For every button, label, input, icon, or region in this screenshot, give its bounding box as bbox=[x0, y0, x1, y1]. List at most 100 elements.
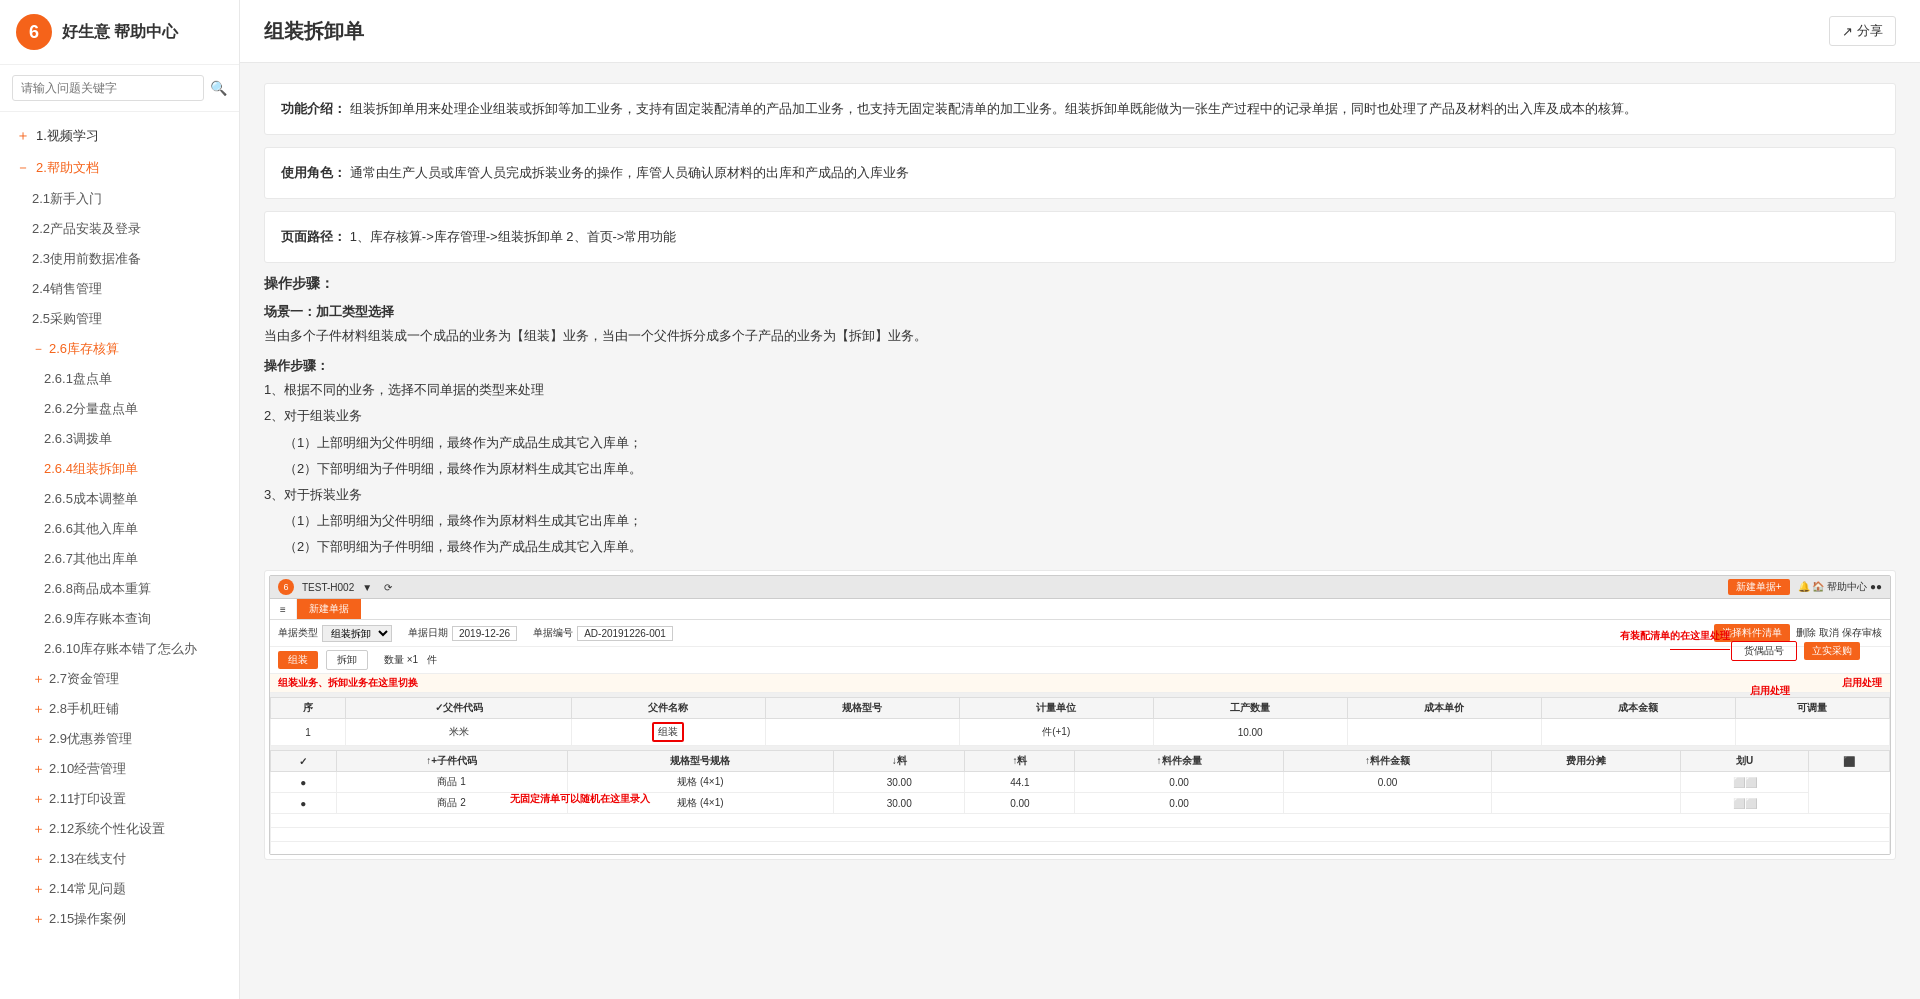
sidebar-item-label: 2.8手机旺铺 bbox=[49, 700, 119, 718]
step2-1: （1）上部明细为父件明细，最终作为产成品生成其它入库单； bbox=[284, 432, 1896, 454]
ops-label: 操作步骤： bbox=[264, 275, 1896, 293]
sidebar-item-stocktake[interactable]: 2.6.1盘点单 bbox=[0, 364, 239, 394]
sidebar-item-label: 2.帮助文档 bbox=[36, 159, 99, 177]
mock-enable-input: 货偶品号 bbox=[1731, 641, 1797, 661]
anno-switch: 组装业务、拆卸业务在这里切换 bbox=[278, 676, 418, 690]
mock-enable-btn[interactable]: 立实采购 bbox=[1804, 642, 1860, 660]
mock-lth-plan: ↑料件余量 bbox=[1075, 751, 1283, 772]
mock-td-1: 1 bbox=[271, 719, 346, 746]
mock-lr1c8 bbox=[1492, 772, 1681, 793]
sidebar-item-label: 1.视频学习 bbox=[36, 127, 99, 145]
sidebar-item-label: 2.2产品安装及登录 bbox=[32, 221, 141, 236]
sidebar-item-label: 2.6.3调拨单 bbox=[44, 431, 112, 446]
expand-icon-personalize: ＋ bbox=[32, 820, 45, 838]
sidebar-item-sales[interactable]: 2.4销售管理 bbox=[0, 274, 239, 304]
anno-bom: 有装配清单的在这里处理 bbox=[1620, 629, 1730, 643]
sidebar-item-coupon[interactable]: ＋ 2.9优惠券管理 bbox=[0, 724, 239, 754]
sidebar-item-label: 2.10经营管理 bbox=[49, 760, 126, 778]
sidebar-item-label: 2.14常见问题 bbox=[49, 880, 126, 898]
sidebar: 6 好生意 帮助中心 🔍 ＋ 1.视频学习 － 2.帮助文档 2.1新手入门 2… bbox=[0, 0, 240, 999]
sidebar-item-payment[interactable]: ＋ 2.13在线支付 bbox=[0, 844, 239, 874]
mock-lth-op: 划U bbox=[1681, 751, 1808, 772]
mock-lr2c4: 30.00 bbox=[834, 793, 965, 814]
sidebar-item-personalize[interactable]: ＋ 2.12系统个性化设置 bbox=[0, 814, 239, 844]
anno-enable-arrow: 启用处理 bbox=[1750, 684, 1790, 698]
sidebar-item-label: 2.6.5成本调整单 bbox=[44, 491, 138, 506]
mock-date-value: 2019-12-26 bbox=[452, 626, 517, 641]
step3-2: （2）下部明细为子件明细，最终作为产成品生成其它入库单。 bbox=[284, 536, 1896, 558]
sidebar-item-dataprep[interactable]: 2.3使用前数据准备 bbox=[0, 244, 239, 274]
scene1-label: 场景一：加工类型选择 bbox=[264, 303, 1896, 321]
sidebar-item-otherout[interactable]: 2.6.7其他出库单 bbox=[0, 544, 239, 574]
sidebar-item-finance[interactable]: ＋ 2.7资金管理 bbox=[0, 664, 239, 694]
sidebar-item-video[interactable]: ＋ 1.视频学习 bbox=[0, 120, 239, 152]
mock-td-3: 组装 bbox=[571, 719, 765, 746]
expand-icon-cases: ＋ bbox=[32, 910, 45, 928]
sidebar-item-inventory[interactable]: － 2.6库存核算 bbox=[0, 334, 239, 364]
steps-block: 操作步骤： 场景一：加工类型选择 当由多个子件材料组装成一个成品的业务为【组装】… bbox=[264, 275, 1896, 558]
sidebar-item-print[interactable]: ＋ 2.11打印设置 bbox=[0, 784, 239, 814]
role-block: 使用角色： 通常由生产人员或库管人员完成拆装业务的操作，库管人员确认原材料的出库… bbox=[264, 147, 1896, 199]
sidebar-item-mobile[interactable]: ＋ 2.8手机旺铺 bbox=[0, 694, 239, 724]
sidebar-item-assembly[interactable]: 2.6.4组装拆卸单 bbox=[0, 454, 239, 484]
mock-lr1c9: ⬜⬜ bbox=[1681, 772, 1808, 793]
sidebar-item-label: 2.5采购管理 bbox=[32, 311, 102, 326]
mock-lr1c3: 规格 (4×1) bbox=[567, 772, 833, 793]
sidebar-item-faq[interactable]: ＋ 2.14常见问题 bbox=[0, 874, 239, 904]
anno-no-bom: 无固定清单可以随机在这里录入 bbox=[510, 792, 650, 806]
mock-th-seq: 序 bbox=[271, 698, 346, 719]
mock-td-8 bbox=[1541, 719, 1735, 746]
sidebar-item-install[interactable]: 2.2产品安装及登录 bbox=[0, 214, 239, 244]
role-text: 通常由生产人员或库管人员完成拆装业务的操作，库管人员确认原材料的出库和产成品的入… bbox=[350, 165, 909, 180]
mock-lr1c5: 44.1 bbox=[965, 772, 1075, 793]
sidebar-item-label: 2.6.4组装拆卸单 bbox=[44, 461, 138, 476]
func-intro-label: 功能介绍： bbox=[281, 101, 346, 116]
mock-doctype-select[interactable]: 组装拆卸 bbox=[322, 625, 392, 642]
mock-date-label: 单据日期 bbox=[408, 626, 448, 640]
search-input[interactable] bbox=[12, 75, 204, 101]
mock-doctype-label: 单据类型 bbox=[278, 626, 318, 640]
mock-disassemble-btn[interactable]: 拆卸 bbox=[326, 650, 368, 670]
sidebar-item-stockquery[interactable]: 2.6.9库存账本查询 bbox=[0, 604, 239, 634]
mock-lth-action: ⬛ bbox=[1808, 751, 1889, 772]
expand-icon-mobile: ＋ bbox=[32, 700, 45, 718]
sidebar-item-costadj[interactable]: 2.6.5成本调整单 bbox=[0, 484, 239, 514]
mock-lth-usable: 费用分摊 bbox=[1492, 751, 1681, 772]
sidebar-item-ops[interactable]: ＋ 2.10经营管理 bbox=[0, 754, 239, 784]
mock-th-sku: ✓父件代码 bbox=[346, 698, 572, 719]
expand-icon-faq: ＋ bbox=[32, 880, 45, 898]
logo-text: 好生意 帮助中心 bbox=[62, 22, 178, 43]
mock-th-qty: 计量单位 bbox=[959, 698, 1153, 719]
sidebar-item-cases[interactable]: ＋ 2.15操作案例 bbox=[0, 904, 239, 934]
sidebar-item-partial[interactable]: 2.6.2分量盘点单 bbox=[0, 394, 239, 424]
search-button[interactable]: 🔍 bbox=[210, 80, 227, 96]
step1: 1、根据不同的业务，选择不同单据的类型来处理 bbox=[264, 379, 1896, 401]
share-button[interactable]: ↗ 分享 bbox=[1829, 16, 1896, 46]
sidebar-item-label: 2.6.9库存账本查询 bbox=[44, 611, 151, 626]
search-area: 🔍 bbox=[0, 65, 239, 112]
mock-lr2c1: ● bbox=[271, 793, 337, 814]
screenshot-container: 6 TEST-H002 ▼ ⟳ 新建单据+ 🔔 🏠 帮助中心 ●● ≡ bbox=[264, 570, 1896, 860]
expand-icon-ops: ＋ bbox=[32, 760, 45, 778]
role-label: 使用角色： bbox=[281, 165, 346, 180]
sidebar-item-label: 2.6.10库存账本错了怎么办 bbox=[44, 641, 197, 656]
collapse-sub-icon: － bbox=[32, 340, 45, 358]
mock-assemble-btn[interactable]: 组装 bbox=[278, 651, 318, 669]
sidebar-item-adjust[interactable]: 2.6.3调拨单 bbox=[0, 424, 239, 454]
logo-icon: 6 bbox=[16, 14, 52, 50]
mock-new-btn[interactable]: 新建单据+ bbox=[1728, 579, 1790, 595]
sidebar-item-otherin[interactable]: 2.6.6其他入库单 bbox=[0, 514, 239, 544]
expand-icon-finance: ＋ bbox=[32, 670, 45, 688]
mock-active-tab[interactable]: 新建单据 bbox=[297, 599, 361, 619]
sidebar-item-stockerror[interactable]: 2.6.10库存账本错了怎么办 bbox=[0, 634, 239, 664]
sidebar-item-costreset[interactable]: 2.6.8商品成本重算 bbox=[0, 574, 239, 604]
sidebar-item-label: 2.3使用前数据准备 bbox=[32, 251, 141, 266]
mock-lr1c7: 0.00 bbox=[1283, 772, 1491, 793]
sidebar-item-docs[interactable]: － 2.帮助文档 bbox=[0, 152, 239, 184]
scene1-desc: 当由多个子件材料组装成一个成品的业务为【组装】业务，当由一个父件拆分成多个子产品… bbox=[264, 325, 1896, 347]
mock-lr1c2: 商品 1 bbox=[336, 772, 567, 793]
sidebar-item-purchase[interactable]: 2.5采购管理 bbox=[0, 304, 239, 334]
sidebar-item-newcomer[interactable]: 2.1新手入门 bbox=[0, 184, 239, 214]
mock-td-4 bbox=[765, 719, 959, 746]
expand-icon-payment: ＋ bbox=[32, 850, 45, 868]
